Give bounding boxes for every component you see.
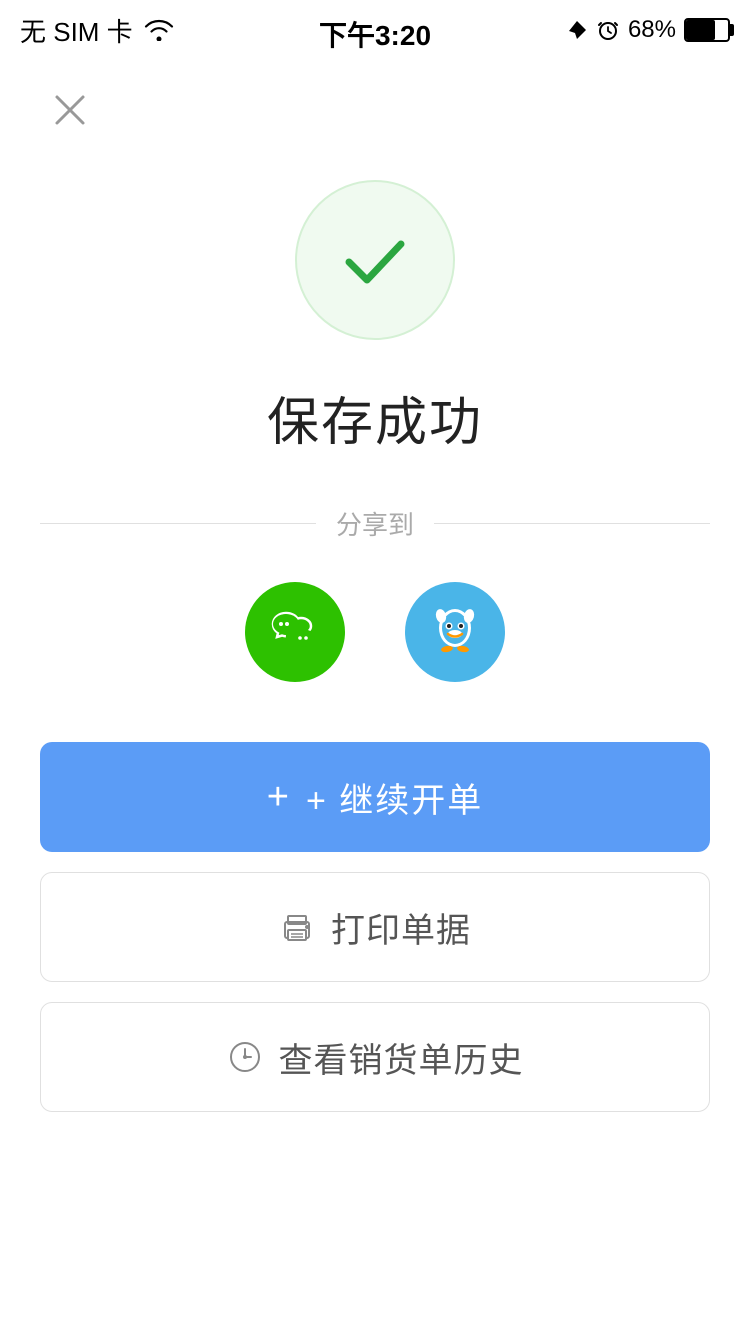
battery-fill — [686, 20, 715, 40]
share-section: 分享到 — [40, 505, 710, 682]
check-icon — [335, 220, 415, 300]
wechat-icon — [265, 606, 325, 658]
close-icon — [53, 93, 87, 127]
qq-icon — [427, 602, 483, 662]
action-buttons: + + 继续开单 打印单据 查看销货单历史 — [40, 742, 710, 1112]
success-section: 保存成功 — [40, 180, 710, 455]
battery-percent: 68% — [628, 16, 676, 44]
continue-button[interactable]: + + 继续开单 — [40, 742, 710, 852]
sim-label: 无 SIM 卡 — [20, 12, 133, 49]
status-time: 下午3:20 — [319, 14, 431, 54]
success-circle — [295, 180, 455, 340]
print-icon — [279, 910, 315, 944]
share-label: 分享到 — [336, 505, 414, 542]
success-title: 保存成功 — [267, 380, 483, 455]
print-button[interactable]: 打印单据 — [40, 872, 710, 982]
status-bar: 无 SIM 卡 下午3:20 68% — [0, 0, 750, 60]
page-content: 保存成功 分享到 — [0, 60, 750, 1152]
share-icons — [40, 582, 710, 682]
share-divider: 分享到 — [40, 505, 710, 542]
alarm-icon — [596, 18, 620, 42]
status-left: 无 SIM 卡 — [20, 12, 175, 49]
qq-share-button[interactable] — [405, 582, 505, 682]
history-label: 查看销货单历史 — [279, 1033, 524, 1082]
wechat-share-button[interactable] — [245, 582, 345, 682]
battery-bar — [684, 18, 730, 42]
close-button[interactable] — [40, 80, 100, 140]
status-right: 68% — [566, 16, 730, 44]
history-button[interactable]: 查看销货单历史 — [40, 1002, 710, 1112]
plus-icon: + — [267, 776, 290, 819]
location-icon — [566, 19, 588, 41]
print-label: 打印单据 — [331, 903, 471, 952]
wifi-icon — [143, 19, 175, 41]
continue-label: + 继续开单 — [306, 773, 483, 822]
history-icon — [227, 1039, 263, 1075]
